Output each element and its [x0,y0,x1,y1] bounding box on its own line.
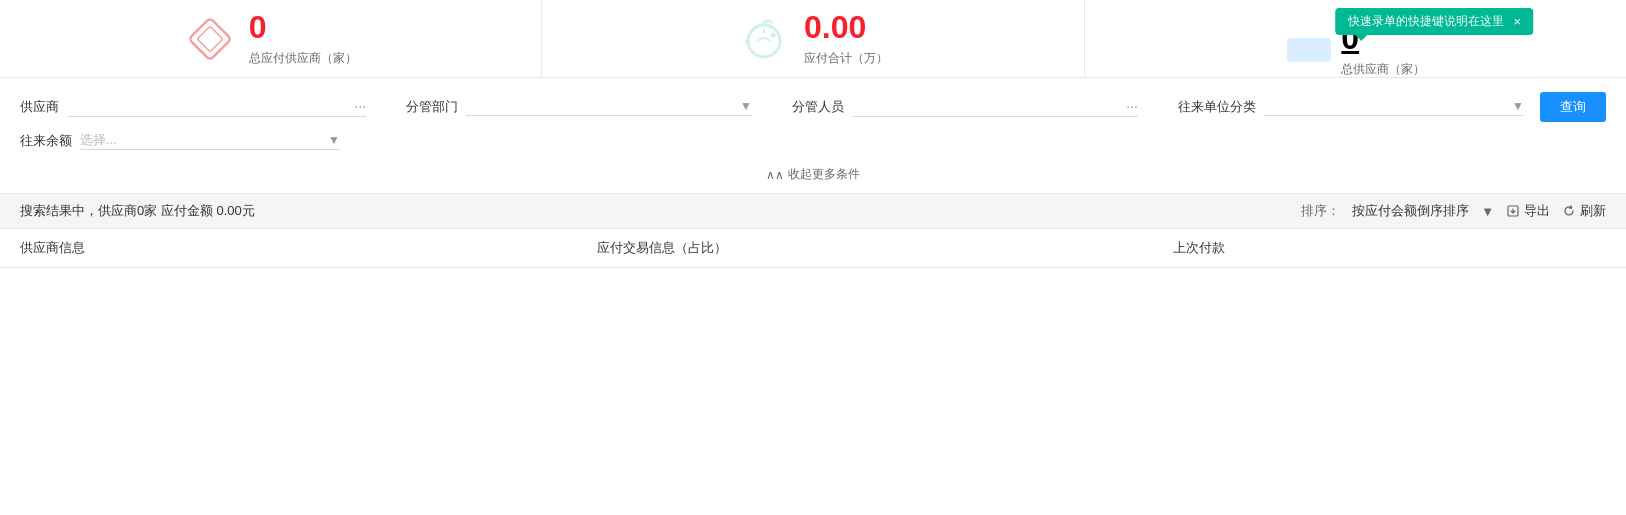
svg-rect-7 [1291,54,1303,57]
table-header: 供应商信息 应付交易信息（占比） 上次付款 [0,229,1626,268]
results-bar: 搜索结果中，供应商0家 应付金额 0.00元 排序： 按应付会额倒序排序 ▼ 导… [0,194,1626,229]
filter-balance: 往来余额 ▼ [20,132,340,150]
collapse-up-icon: ∧∧ [766,168,784,182]
dept-input[interactable] [466,98,736,113]
results-summary-text: 搜索结果中，供应商0家 应付金额 0.00元 [20,203,255,218]
filter-unit-category: 往来单位分类 ▼ [1178,98,1524,116]
svg-point-3 [770,32,775,37]
query-button[interactable]: 查询 [1540,92,1606,122]
balance-select[interactable] [80,132,324,147]
filter-row-1: 供应商 ··· 分管部门 ▼ 分管人员 ··· 往来单位分 [20,92,1606,122]
supplier-input-wrapper: ··· [67,98,366,117]
supplier-label: 供应商 [20,98,59,116]
col-supplier-header: 供应商信息 [20,239,597,257]
filter-supplier: 供应商 ··· [20,98,366,117]
balance-chevron-icon[interactable]: ▼ [328,133,340,147]
filter-dept: 分管部门 ▼ [406,98,752,116]
results-summary: 搜索结果中，供应商0家 应付金额 0.00元 [20,202,255,220]
total-suppliers-label: 总供应商（家） [1341,61,1425,78]
balance-input-wrapper: ▼ [80,132,340,150]
filter-bar: 供应商 ··· 分管部门 ▼ 分管人员 ··· 往来单位分 [0,78,1626,194]
export-action[interactable]: 导出 [1506,202,1550,220]
sort-value[interactable]: 按应付会额倒序排序 [1352,202,1469,220]
stats-bar: 0 总应付供应商（家） 0.00 应付合计（万） 快速录单 [0,0,1626,78]
payable-total-label: 应付合计（万） [804,50,888,67]
balance-label: 往来余额 [20,132,72,150]
supplier-input[interactable] [67,98,350,113]
shortcut-tooltip[interactable]: 快速录单的快捷键说明在这里 × [1336,8,1534,35]
dept-input-wrapper: ▼ [466,98,752,116]
unit-category-label: 往来单位分类 [1178,98,1256,116]
refresh-label[interactable]: 刷新 [1580,202,1606,220]
person-input[interactable] [852,98,1122,113]
sort-chevron-icon[interactable]: ▼ [1481,204,1494,219]
collapse-button[interactable]: ∧∧ 收起更多条件 [766,166,860,183]
tooltip-text: 快速录单的快捷键说明在这里 [1348,13,1504,30]
col-transaction-header: 应付交易信息（占比） [597,239,1174,257]
unit-category-input-wrapper: ▼ [1264,98,1524,116]
dept-label: 分管部门 [406,98,458,116]
refresh-icon [1562,204,1576,218]
money-icon [738,13,790,65]
total-payable-label: 总应付供应商（家） [249,50,357,67]
col-payment-header: 上次付款 [1173,239,1606,257]
dept-chevron-icon[interactable]: ▼ [740,99,752,113]
supplier-more-btn[interactable]: ··· [354,98,366,114]
unit-category-chevron-icon[interactable]: ▼ [1512,99,1524,113]
diamond-icon [185,14,235,64]
filter-row-2: 往来余额 ▼ [20,132,1606,160]
total-payable-count: 0 [249,10,357,45]
card-icon [1285,34,1333,66]
tooltip-close-btn[interactable]: × [1514,14,1522,29]
collapse-label: 收起更多条件 [788,166,860,183]
person-more-btn[interactable]: ··· [1126,98,1138,114]
table-body [0,268,1626,515]
person-label: 分管人员 [792,98,844,116]
export-icon [1506,204,1520,218]
export-label[interactable]: 导出 [1524,202,1550,220]
refresh-action[interactable]: 刷新 [1562,202,1606,220]
sort-label: 排序： [1301,202,1340,220]
payable-total-amount: 0.00 [804,10,888,45]
tooltip-dot [1354,0,1362,3]
svg-rect-6 [1287,44,1331,50]
svg-rect-1 [197,26,222,51]
svg-rect-0 [188,17,230,59]
stat-total-suppliers: 快速录单的快捷键说明在这里 × 0 总供应商（家） [1085,0,1626,77]
filter-person: 分管人员 ··· [792,98,1138,117]
collapse-row: ∧∧ 收起更多条件 [20,160,1606,193]
stat-total-payable-suppliers: 0 总应付供应商（家） [0,0,542,77]
unit-category-input[interactable] [1264,98,1508,113]
person-input-wrapper: ··· [852,98,1138,117]
results-actions: 排序： 按应付会额倒序排序 ▼ 导出 刷新 [1301,202,1606,220]
stat-payable-total: 0.00 应付合计（万） [542,0,1084,77]
